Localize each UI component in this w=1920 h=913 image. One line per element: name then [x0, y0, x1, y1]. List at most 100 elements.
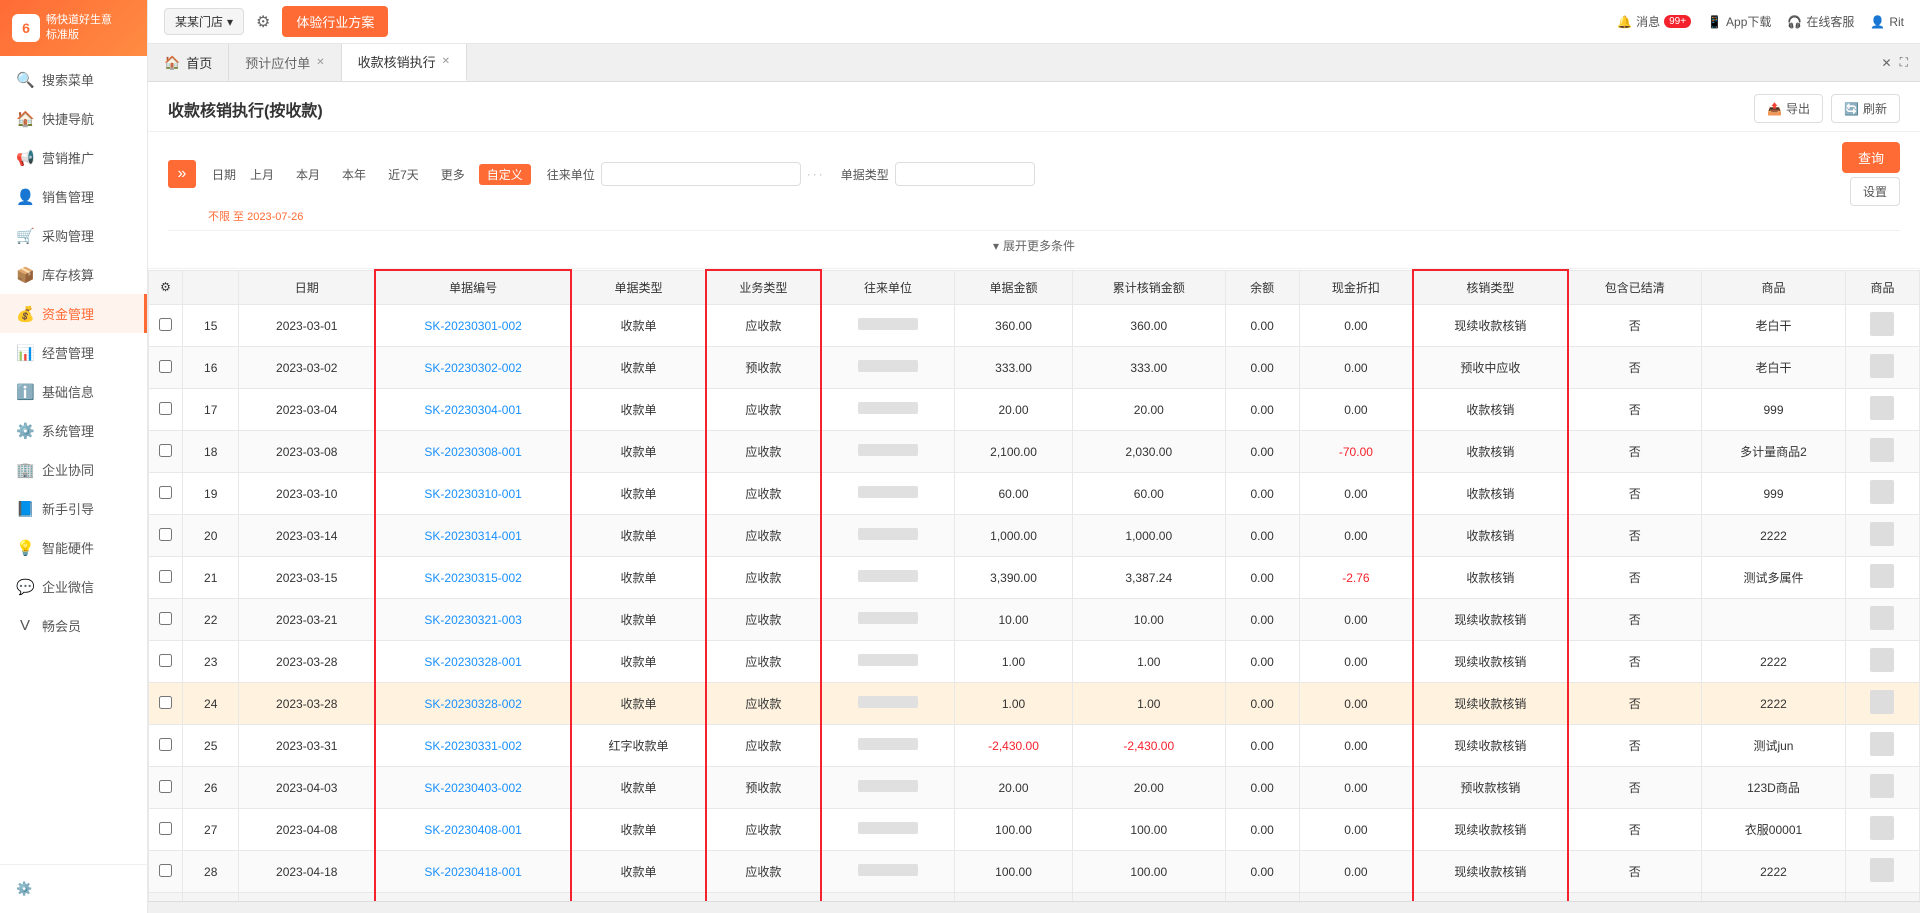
cell-checkbox[interactable] — [149, 431, 183, 473]
receipt-type-select[interactable] — [895, 162, 1035, 186]
this-year-btn[interactable]: 本年 — [334, 163, 374, 186]
sidebar-item-finance[interactable]: 💰资金管理 — [0, 294, 147, 333]
app-download-action[interactable]: 📱 App下载 — [1707, 13, 1771, 30]
sidebar-item-purchase[interactable]: 🛒采购管理 — [0, 216, 147, 255]
cell-checkbox[interactable] — [149, 725, 183, 767]
bill-no-link[interactable]: SK-20230301-002 — [424, 319, 521, 333]
sidebar-item-marketing[interactable]: 📢营销推广 — [0, 138, 147, 177]
settings-icon[interactable]: ⚙ — [256, 12, 270, 32]
more-dates-btn[interactable]: 更多 — [433, 163, 473, 186]
expand-conditions[interactable]: ▾ 展开更多条件 — [168, 230, 1900, 258]
bill-no-link[interactable]: SK-20230315-002 — [424, 571, 521, 585]
maximize-icon[interactable]: ⛶ — [1900, 55, 1908, 70]
tab-payable[interactable]: 预计应付单 ✕ — [229, 44, 341, 81]
notifications-action[interactable]: 🔔 消息 99+ — [1617, 13, 1691, 30]
cell-checkbox[interactable] — [149, 809, 183, 851]
cell-amount: 100.00 — [955, 851, 1073, 893]
query-button[interactable]: 查询 — [1842, 142, 1900, 173]
cell-checkbox[interactable] — [149, 641, 183, 683]
cell-checkbox[interactable] — [149, 599, 183, 641]
custom-date-btn[interactable]: 自定义 — [479, 164, 531, 185]
cell-checkbox[interactable] — [149, 389, 183, 431]
export-button[interactable]: 📤 导出 — [1754, 94, 1823, 123]
sidebar-item-hardware[interactable]: 💡智能硬件 — [0, 528, 147, 567]
cell-row-no: 21 — [183, 557, 239, 599]
cell-writeoff-type: 收款核销 — [1413, 431, 1567, 473]
cell-amount: 10.00 — [955, 599, 1073, 641]
partner-dots[interactable]: ··· — [807, 167, 825, 181]
cell-biz-type: 应收款 — [706, 851, 821, 893]
cell-row-no: 16 — [183, 347, 239, 389]
bill-no-link[interactable]: SK-20230328-002 — [424, 697, 521, 711]
sidebar-item-sales[interactable]: 👤销售管理 — [0, 177, 147, 216]
bill-no-link[interactable]: SK-20230418-001 — [424, 865, 521, 879]
sidebar-item-member[interactable]: V畅会员 — [0, 606, 147, 645]
cell-bill-type: 收款单 — [571, 347, 706, 389]
cell-checkbox[interactable] — [149, 347, 183, 389]
bill-no-link[interactable]: SK-20230310-001 — [424, 487, 521, 501]
cell-checkbox[interactable] — [149, 683, 183, 725]
table-scrollbar[interactable] — [148, 901, 1920, 913]
col-settings[interactable]: ⚙ — [149, 270, 183, 305]
bill-no-link[interactable]: SK-20230308-001 — [424, 445, 521, 459]
online-service-action[interactable]: 🎧 在线客服 — [1787, 13, 1854, 30]
sidebar-item-operations[interactable]: 📊经营管理 — [0, 333, 147, 372]
last-month-btn[interactable]: 上月 — [242, 163, 282, 186]
sidebar-item-quick-nav[interactable]: 🏠快捷导航 — [0, 99, 147, 138]
cell-checkbox[interactable] — [149, 305, 183, 347]
table-row: 21 2023-03-15 SK-20230315-002 收款单 应收款 3,… — [149, 557, 1920, 599]
bill-no-link[interactable]: SK-20230403-002 — [424, 781, 521, 795]
filter-expand-btn[interactable]: » — [168, 160, 196, 188]
cell-writeoff-type: 收款核销 — [1413, 515, 1567, 557]
sidebar-item-guide[interactable]: 📘新手引导 — [0, 489, 147, 528]
cell-bill-type: 收款单 — [571, 557, 706, 599]
sidebar-item-enterprise[interactable]: 🏢企业协同 — [0, 450, 147, 489]
cell-checkbox[interactable] — [149, 767, 183, 809]
cell-row-no: 24 — [183, 683, 239, 725]
cell-cash-discount: 0.00 — [1299, 809, 1413, 851]
sidebar-item-inventory[interactable]: 📦库存核算 — [0, 255, 147, 294]
settings-button[interactable]: 设置 — [1850, 177, 1900, 206]
cell-biz-type: 应收款 — [706, 599, 821, 641]
cell-balance: 0.00 — [1225, 347, 1299, 389]
last-7-days-btn[interactable]: 近7天 — [380, 163, 427, 186]
cell-checkbox[interactable] — [149, 473, 183, 515]
tab-home[interactable]: 🏠 首页 — [148, 44, 229, 81]
table-row: 28 2023-04-18 SK-20230418-001 收款单 应收款 10… — [149, 851, 1920, 893]
cell-include-settled: 否 — [1568, 389, 1702, 431]
user-action[interactable]: 👤 Rit — [1870, 15, 1904, 29]
cell-row-no: 28 — [183, 851, 239, 893]
refresh-button[interactable]: 🔄 刷新 — [1831, 94, 1900, 123]
sidebar-item-label: 基础信息 — [42, 382, 94, 401]
cell-partner — [821, 515, 955, 557]
bill-no-link[interactable]: SK-20230328-001 — [424, 655, 521, 669]
cell-checkbox[interactable] — [149, 557, 183, 599]
cell-checkbox[interactable] — [149, 851, 183, 893]
bill-no-link[interactable]: SK-20230331-002 — [424, 739, 521, 753]
sidebar-item-search[interactable]: 🔍搜索菜单 — [0, 60, 147, 99]
sidebar-item-wechat[interactable]: 💬企业微信 — [0, 567, 147, 606]
sidebar-settings[interactable]: ⚙️ — [0, 873, 147, 905]
bill-no-link[interactable]: SK-20230321-003 — [424, 613, 521, 627]
bill-no-link[interactable]: SK-20230314-001 — [424, 529, 521, 543]
store-selector[interactable]: 某某门店 ▾ — [164, 8, 244, 35]
sidebar-item-basic[interactable]: ℹ️基础信息 — [0, 372, 147, 411]
cell-checkbox[interactable] — [149, 515, 183, 557]
cell-partner — [821, 641, 955, 683]
tab-collection-close[interactable]: ✕ — [442, 56, 450, 67]
tab-payable-close[interactable]: ✕ — [316, 57, 324, 68]
cell-cash-discount: 0.00 — [1299, 347, 1413, 389]
home-icon: 🏠 — [164, 55, 180, 71]
partner-input[interactable] — [601, 162, 801, 186]
solution-button[interactable]: 体验行业方案 — [282, 6, 388, 37]
tab-collection[interactable]: 收款核销执行 ✕ — [342, 44, 467, 81]
close-window-icon[interactable]: ✕ — [1882, 56, 1892, 70]
bill-no-link[interactable]: SK-20230304-001 — [424, 403, 521, 417]
bill-no-link[interactable]: SK-20230302-002 — [424, 361, 521, 375]
table-container[interactable]: ⚙ 日期 单据编号 单据类型 业务类型 往来单位 单据金额 累计核销金额 余额 … — [148, 269, 1920, 901]
sidebar-item-system[interactable]: ⚙️系统管理 — [0, 411, 147, 450]
this-month-btn[interactable]: 本月 — [288, 163, 328, 186]
sidebar-item-label: 销售管理 — [42, 187, 94, 206]
cell-date: 2023-03-04 — [239, 389, 375, 431]
bill-no-link[interactable]: SK-20230408-001 — [424, 823, 521, 837]
